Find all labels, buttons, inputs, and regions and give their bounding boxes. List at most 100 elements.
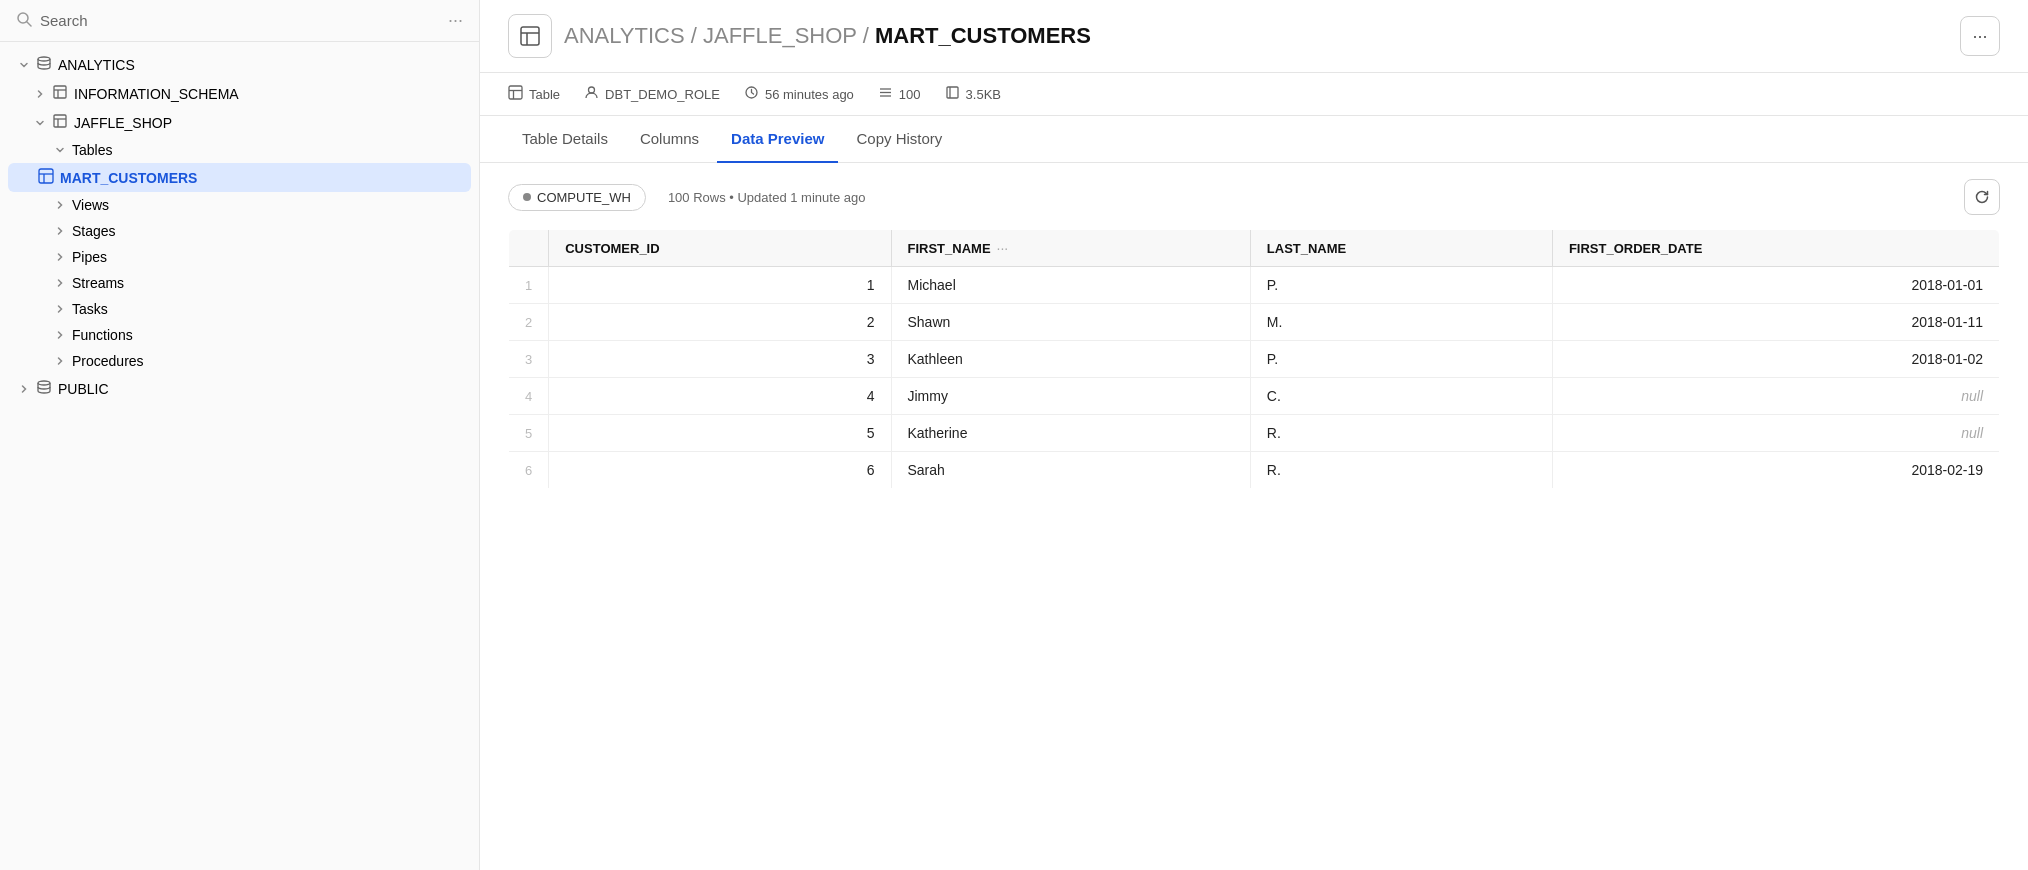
breadcrumb-prefix: ANALYTICS / JAFFLE_SHOP / <box>564 23 875 48</box>
warehouse-badge[interactable]: COMPUTE_WH <box>508 184 646 211</box>
analytics-label: ANALYTICS <box>58 57 135 73</box>
cell-rownum: 4 <box>509 378 549 415</box>
database-icon <box>36 379 52 398</box>
database-icon <box>36 55 52 74</box>
table-row: 5 5 Katherine R. null <box>509 415 2000 452</box>
sidebar-item-tasks[interactable]: Tasks <box>0 296 479 322</box>
cell-first-name: Sarah <box>891 452 1250 489</box>
col-header-first-name: FIRST_NAME ··· <box>891 230 1250 267</box>
cell-customer-id: 4 <box>549 378 891 415</box>
table-icon-box <box>508 14 552 58</box>
cell-first-order-date: 2018-01-11 <box>1552 304 1999 341</box>
cell-rownum: 5 <box>509 415 549 452</box>
search-icon <box>16 11 32 31</box>
cell-customer-id: 2 <box>549 304 891 341</box>
refresh-button[interactable] <box>1964 179 2000 215</box>
sidebar-item-information-schema[interactable]: INFORMATION_SCHEMA <box>0 79 479 108</box>
svg-line-1 <box>27 22 31 26</box>
cell-first-name: Kathleen <box>891 341 1250 378</box>
tab-table-details[interactable]: Table Details <box>508 116 622 163</box>
sidebar-item-stages[interactable]: Stages <box>0 218 479 244</box>
chevron-down-icon <box>16 57 32 73</box>
col-header-rownum <box>509 230 549 267</box>
cell-rownum: 3 <box>509 341 549 378</box>
sidebar-item-streams[interactable]: Streams <box>0 270 479 296</box>
cell-first-order-date: null <box>1552 378 1999 415</box>
meta-bar: Table DBT_DEMO_ROLE 56 minutes ago <box>480 73 2028 116</box>
cell-first-order-date: 2018-01-02 <box>1552 341 1999 378</box>
mart-customers-label: MART_CUSTOMERS <box>60 170 197 186</box>
meta-type: Table <box>508 85 560 103</box>
cell-first-order-date: 2018-01-01 <box>1552 267 1999 304</box>
sidebar-item-views[interactable]: Views <box>0 192 479 218</box>
tab-copy-history[interactable]: Copy History <box>842 116 956 163</box>
type-label: Table <box>529 87 560 102</box>
sidebar-item-procedures[interactable]: Procedures <box>0 348 479 374</box>
svg-rect-16 <box>509 86 522 99</box>
sidebar-item-pipes[interactable]: Pipes <box>0 244 479 270</box>
meta-time: 56 minutes ago <box>744 85 854 103</box>
meta-size: 3.5KB <box>945 85 1001 103</box>
cell-customer-id: 1 <box>549 267 891 304</box>
col-more-icon[interactable]: ··· <box>997 240 1009 256</box>
cell-first-order-date: 2018-02-19 <box>1552 452 1999 489</box>
search-label: Search <box>40 12 440 29</box>
schema-icon <box>52 113 68 132</box>
search-bar[interactable]: Search ··· <box>0 0 479 42</box>
sidebar-item-tables[interactable]: Tables <box>0 137 479 163</box>
public-label: PUBLIC <box>58 381 109 397</box>
table-row: 1 1 Michael P. 2018-01-01 <box>509 267 2000 304</box>
sidebar-item-analytics[interactable]: ANALYTICS <box>0 50 479 79</box>
col-header-last-name: LAST_NAME <box>1250 230 1552 267</box>
size-icon <box>945 85 960 103</box>
svg-rect-9 <box>39 169 53 183</box>
pipes-label: Pipes <box>72 249 107 265</box>
cell-customer-id: 6 <box>549 452 891 489</box>
chevron-right-icon <box>52 223 68 239</box>
more-options-button[interactable]: ··· <box>1960 16 2000 56</box>
col-header-customer-id: CUSTOMER_ID <box>549 230 891 267</box>
breadcrumb: ANALYTICS / JAFFLE_SHOP / MART_CUSTOMERS <box>564 23 1948 49</box>
sidebar-item-jaffle-shop[interactable]: JAFFLE_SHOP <box>0 108 479 137</box>
warehouse-label: COMPUTE_WH <box>537 190 631 205</box>
views-label: Views <box>72 197 109 213</box>
cell-first-name: Katherine <box>891 415 1250 452</box>
svg-rect-6 <box>54 115 66 127</box>
cell-rownum: 2 <box>509 304 549 341</box>
data-table: CUSTOMER_ID FIRST_NAME ··· LAST_NAME FIR… <box>508 229 2000 489</box>
more-options-icon[interactable]: ··· <box>448 10 463 31</box>
stages-label: Stages <box>72 223 116 239</box>
time-label: 56 minutes ago <box>765 87 854 102</box>
tab-columns[interactable]: Columns <box>626 116 713 163</box>
row-info: 100 Rows • Updated 1 minute ago <box>668 190 866 205</box>
chevron-right-icon <box>52 197 68 213</box>
meta-rows: 100 <box>878 85 921 103</box>
cell-first-order-date: null <box>1552 415 1999 452</box>
chevron-down-icon <box>32 115 48 131</box>
user-icon <box>584 85 599 103</box>
svg-point-2 <box>38 57 50 61</box>
cell-first-name: Jimmy <box>891 378 1250 415</box>
cell-customer-id: 3 <box>549 341 891 378</box>
cell-first-name: Shawn <box>891 304 1250 341</box>
cell-last-name: C. <box>1250 378 1552 415</box>
tab-data-preview[interactable]: Data Preview <box>717 116 838 163</box>
table-name: MART_CUSTOMERS <box>875 23 1091 48</box>
chevron-down-icon <box>52 142 68 158</box>
svg-rect-24 <box>947 87 958 98</box>
svg-rect-13 <box>521 27 539 45</box>
col-header-first-order-date: FIRST_ORDER_DATE <box>1552 230 1999 267</box>
sidebar-item-public[interactable]: PUBLIC <box>0 374 479 403</box>
tab-bar: Table Details Columns Data Preview Copy … <box>480 116 2028 163</box>
sidebar-item-functions[interactable]: Functions <box>0 322 479 348</box>
chevron-right-icon <box>52 327 68 343</box>
cell-last-name: R. <box>1250 415 1552 452</box>
svg-point-19 <box>589 87 595 93</box>
tables-label: Tables <box>72 142 112 158</box>
cell-rownum: 1 <box>509 267 549 304</box>
sidebar-tree: ANALYTICS INFORMATION_SCHEMA <box>0 42 479 411</box>
chevron-right-icon <box>52 353 68 369</box>
sidebar-item-mart-customers[interactable]: MART_CUSTOMERS <box>8 163 471 192</box>
role-label: DBT_DEMO_ROLE <box>605 87 720 102</box>
sidebar: Search ··· ANALYTICS <box>0 0 480 870</box>
